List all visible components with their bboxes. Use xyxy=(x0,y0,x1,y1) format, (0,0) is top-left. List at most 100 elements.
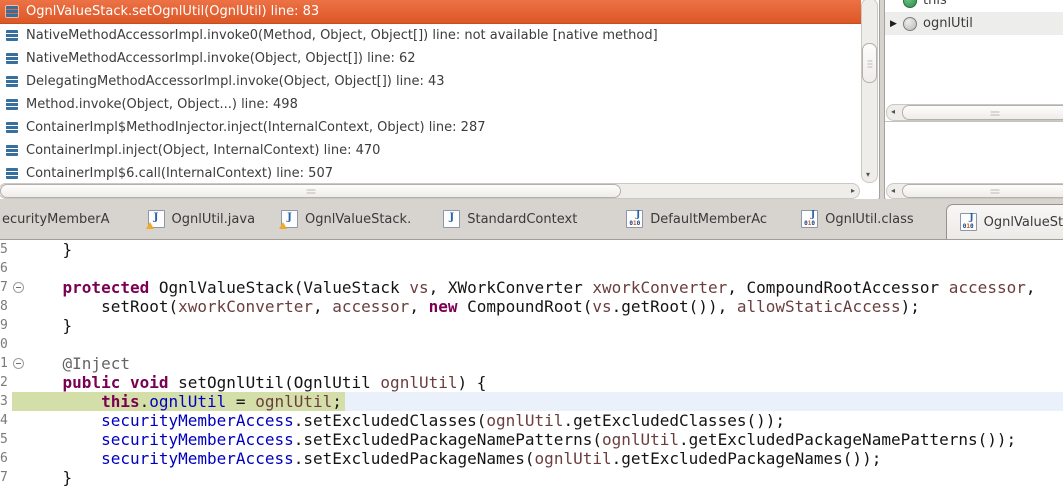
stack-frame-label: NativeMethodAccessorImpl.invoke0(Method,… xyxy=(26,28,658,43)
code-text: this.ognlUtil = ognlUtil; xyxy=(24,392,1063,411)
variables-horizontal-scrollbar[interactable]: ◂ xyxy=(886,104,1063,121)
tab-label: OgnlValueStack. xyxy=(305,211,412,227)
line-number[interactable]: 3 xyxy=(0,392,12,411)
line-number[interactable]: 8 xyxy=(0,297,12,316)
editor-tab[interactable]: J OgnlUtil.java xyxy=(135,199,269,239)
variable-detail-pane[interactable] xyxy=(885,121,1063,183)
warning-overlay-icon xyxy=(145,222,154,229)
line-number[interactable]: 7 xyxy=(0,468,12,486)
code-line[interactable]: 4 securityMemberAccess.setExcludedClasse… xyxy=(0,411,1063,430)
scrollbar-thumb[interactable] xyxy=(0,184,622,198)
editor-tab[interactable]: J StandardContext xyxy=(430,199,590,239)
fold-gutter[interactable] xyxy=(12,278,24,297)
code-text: securityMemberAccess.setExcludedClasses(… xyxy=(101,411,785,430)
line-number[interactable]: 2 xyxy=(0,373,12,392)
fold-gutter xyxy=(12,335,24,354)
variables-list: this ▶ ognlUtil xyxy=(885,0,1063,35)
code-line[interactable]: 1 @Inject xyxy=(0,354,1063,373)
class-file-icon: J 010 xyxy=(801,210,819,228)
scrollbar-thumb[interactable] xyxy=(902,184,1063,198)
code-line[interactable]: 6 securityMemberAccess.setExcludedPackag… xyxy=(0,449,1063,468)
scroll-right-icon[interactable]: ▸ xyxy=(851,187,855,195)
variable-type-icon xyxy=(903,0,917,8)
code-line[interactable]: 5 } xyxy=(0,240,1063,259)
fold-gutter xyxy=(12,468,24,486)
variable-row[interactable]: this xyxy=(885,0,1063,12)
warning-overlay-icon xyxy=(279,222,288,229)
stack-vertical-scrollbar[interactable]: ▾ xyxy=(861,0,878,183)
stack-frame[interactable]: DelegatingMethodAccessorImpl.invoke(Obje… xyxy=(0,70,861,93)
debug-stack-panel: OgnlValueStack.setOgnlUtil(OgnlUtil) lin… xyxy=(0,0,880,201)
stack-frame[interactable]: ContainerImpl$6.call(InternalContext) li… xyxy=(0,162,861,185)
editor-tab[interactable]: J 010 OgnlUtil.class xyxy=(788,199,927,239)
current-instruction-highlight: this.ognlUtil = ognlUtil; xyxy=(24,392,345,411)
stack-frame-label: ContainerImpl$MethodInjector.inject(Inte… xyxy=(26,120,486,135)
expand-arrow-icon[interactable]: ▶ xyxy=(890,19,903,29)
code-line[interactable]: 0 xyxy=(0,335,1063,354)
scroll-left-icon[interactable]: ◂ xyxy=(891,187,895,195)
stack-horizontal-scrollbar[interactable]: ▸ xyxy=(0,183,860,199)
stack-frame[interactable]: NativeMethodAccessorImpl.invoke(Object, … xyxy=(0,47,861,70)
line-number[interactable]: 5 xyxy=(0,240,12,259)
fold-collapse-icon[interactable] xyxy=(13,282,24,293)
code-line[interactable]: 6 xyxy=(0,259,1063,278)
editor-tab[interactable]: ecurityMemberA xyxy=(0,199,123,239)
stack-frame-label: ContainerImpl.inject(Object, InternalCon… xyxy=(26,143,381,158)
detail-horizontal-scrollbar[interactable]: ◂ xyxy=(886,183,1063,199)
stack-frame-label: DelegatingMethodAccessorImpl.invoke(Obje… xyxy=(26,74,445,89)
binary-label: 010 xyxy=(962,223,974,230)
variable-name: this xyxy=(923,0,947,8)
stack-frame-icon xyxy=(6,122,18,133)
line-number[interactable]: 1 xyxy=(0,354,12,373)
class-file-icon: J 010 xyxy=(959,213,977,231)
line-number[interactable]: 7 xyxy=(0,278,12,297)
code-line[interactable]: 8 setRoot(xworkConverter, accessor, new … xyxy=(0,297,1063,316)
scroll-down-icon[interactable]: ▾ xyxy=(866,171,870,179)
line-number[interactable]: 5 xyxy=(0,430,12,449)
code-line[interactable]: 9 } xyxy=(0,316,1063,335)
stack-frame-icon xyxy=(6,168,18,179)
code-text: public void setOgnlUtil(OgnlUtil ognlUti… xyxy=(62,373,487,392)
java-file-icon: J xyxy=(279,210,299,229)
stack-frame[interactable]: ContainerImpl$MethodInjector.inject(Inte… xyxy=(0,116,861,139)
code-line[interactable]: 7 } xyxy=(0,468,1063,486)
line-number[interactable]: 6 xyxy=(0,449,12,468)
stack-frame[interactable]: OgnlValueStack.setOgnlUtil(OgnlUtil) lin… xyxy=(0,0,861,24)
code-line[interactable]: 3 this.ognlUtil = ognlUtil; xyxy=(0,392,1063,411)
stack-frame-label: OgnlValueStack.setOgnlUtil(OgnlUtil) lin… xyxy=(26,4,320,19)
code-text: setRoot(xworkConverter, accessor, new Co… xyxy=(24,297,920,316)
binary-label: 010 xyxy=(804,220,816,227)
stack-frame[interactable]: NativeMethodAccessorImpl.invoke0(Method,… xyxy=(0,24,861,47)
code-line[interactable]: 5 securityMemberAccess.setExcludedPackag… xyxy=(0,430,1063,449)
line-number[interactable]: 6 xyxy=(0,259,12,278)
variable-name: ognlUtil xyxy=(923,16,973,31)
line-number[interactable]: 0 xyxy=(0,335,12,354)
stack-frame[interactable]: ContainerImpl.inject(Object, InternalCon… xyxy=(0,139,861,162)
fold-gutter xyxy=(12,392,24,411)
stack-frame-label: NativeMethodAccessorImpl.invoke(Object, … xyxy=(26,51,416,66)
fold-gutter xyxy=(12,373,24,392)
stack-frame-list: OgnlValueStack.setOgnlUtil(OgnlUtil) lin… xyxy=(0,0,861,185)
fold-gutter xyxy=(12,316,24,335)
code-line[interactable]: 2 public void setOgnlUtil(OgnlUtil ognlU… xyxy=(0,373,1063,392)
variables-panel: this ▶ ognlUtil ◂ ◂ xyxy=(884,0,1063,201)
editor-tab[interactable]: J 010 DefaultMemberAc xyxy=(613,199,780,239)
stack-frame[interactable]: Method.invoke(Object, Object...) line: 4… xyxy=(0,93,861,116)
code-editor[interactable]: 5 } 6 7 protected OgnlValueStack(ValueStac… xyxy=(0,240,1063,486)
editor-tab[interactable]: J OgnlValueStack. xyxy=(268,199,424,239)
scrollbar-thumb[interactable] xyxy=(902,105,1063,120)
fold-gutter xyxy=(12,449,24,468)
code-line[interactable]: 7 protected OgnlValueStack(ValueStack vs… xyxy=(0,278,1063,297)
fold-collapse-icon[interactable] xyxy=(13,358,24,369)
binary-label: 010 xyxy=(629,220,641,227)
line-number[interactable]: 4 xyxy=(0,411,12,430)
scroll-left-icon[interactable]: ◂ xyxy=(891,108,895,116)
line-number[interactable]: 9 xyxy=(0,316,12,335)
scrollbar-thumb[interactable] xyxy=(862,43,877,83)
variable-row[interactable]: ▶ ognlUtil xyxy=(885,12,1063,35)
editor-tab[interactable]: J010OgnlValueStack.✕ xyxy=(945,204,1063,239)
code-text: } xyxy=(24,316,73,335)
fold-gutter[interactable] xyxy=(12,354,24,373)
